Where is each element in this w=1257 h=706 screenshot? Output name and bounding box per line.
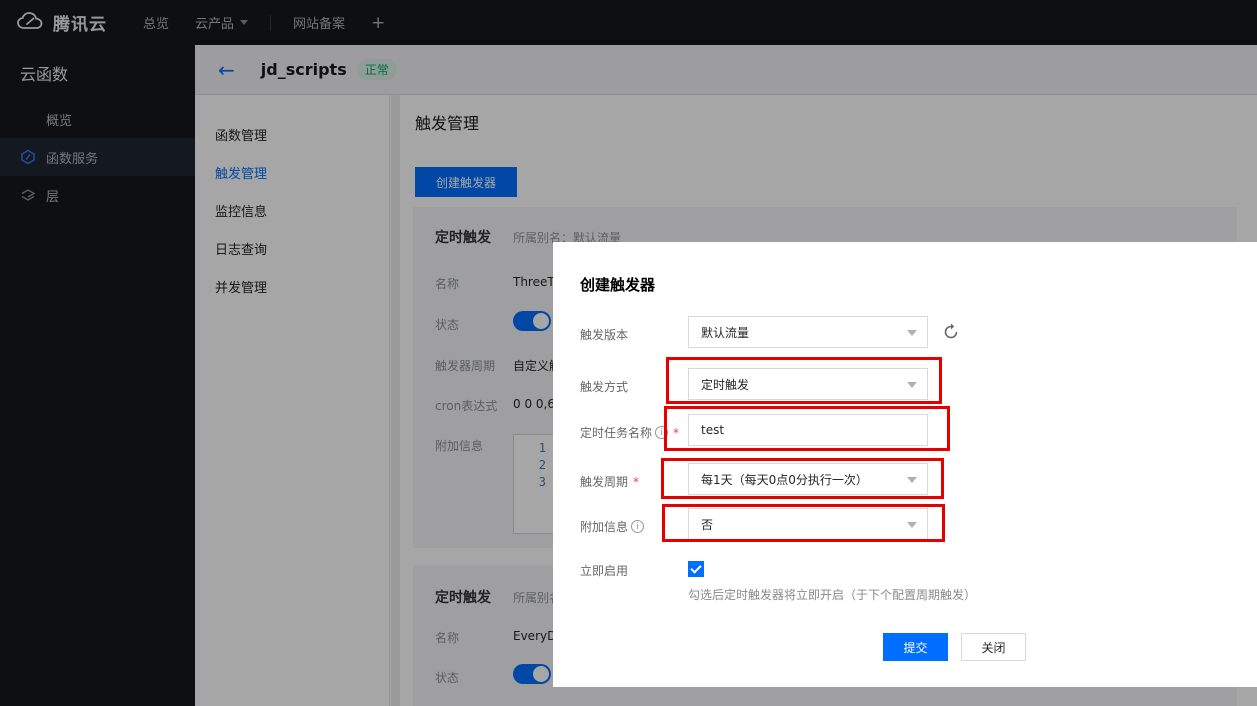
trigger-cycle-select[interactable]: 每1天（每天0点0分执行一次）: [688, 463, 928, 495]
trigger-method-label: 触发方式: [580, 378, 628, 395]
task-name-input[interactable]: test: [688, 414, 928, 446]
info-icon: i: [631, 520, 644, 533]
trigger-cycle-label: 触发周期 *: [580, 473, 639, 490]
submit-button[interactable]: 提交: [883, 633, 948, 661]
refresh-icon[interactable]: [942, 323, 960, 341]
close-button[interactable]: 关闭: [961, 633, 1026, 661]
enable-now-label: 立即启用: [580, 562, 628, 579]
trigger-version-select[interactable]: 默认流量: [688, 316, 928, 348]
chevron-down-icon: [907, 330, 917, 336]
chevron-down-icon: [907, 477, 917, 483]
extra-info-select[interactable]: 否: [688, 508, 928, 540]
required-asterisk: *: [673, 426, 679, 440]
info-icon: i: [655, 426, 668, 439]
modal-title: 创建触发器: [580, 274, 655, 295]
trigger-version-label: 触发版本: [580, 326, 628, 343]
extra-info-label: 附加信息 i: [580, 518, 644, 535]
create-trigger-modal: 创建触发器 触发版本 默认流量 触发方式 定时触发 定时任务名称 i * tes…: [553, 242, 1257, 687]
enable-now-checkbox[interactable]: [688, 561, 704, 577]
required-asterisk: *: [633, 475, 639, 489]
trigger-method-select[interactable]: 定时触发: [688, 368, 928, 400]
chevron-down-icon: [907, 522, 917, 528]
enable-hint-text: 勾选后定时触发器将立即开启（于下个配置周期触发）: [688, 586, 976, 603]
chevron-down-icon: [907, 382, 917, 388]
task-name-label: 定时任务名称 i *: [580, 424, 679, 441]
